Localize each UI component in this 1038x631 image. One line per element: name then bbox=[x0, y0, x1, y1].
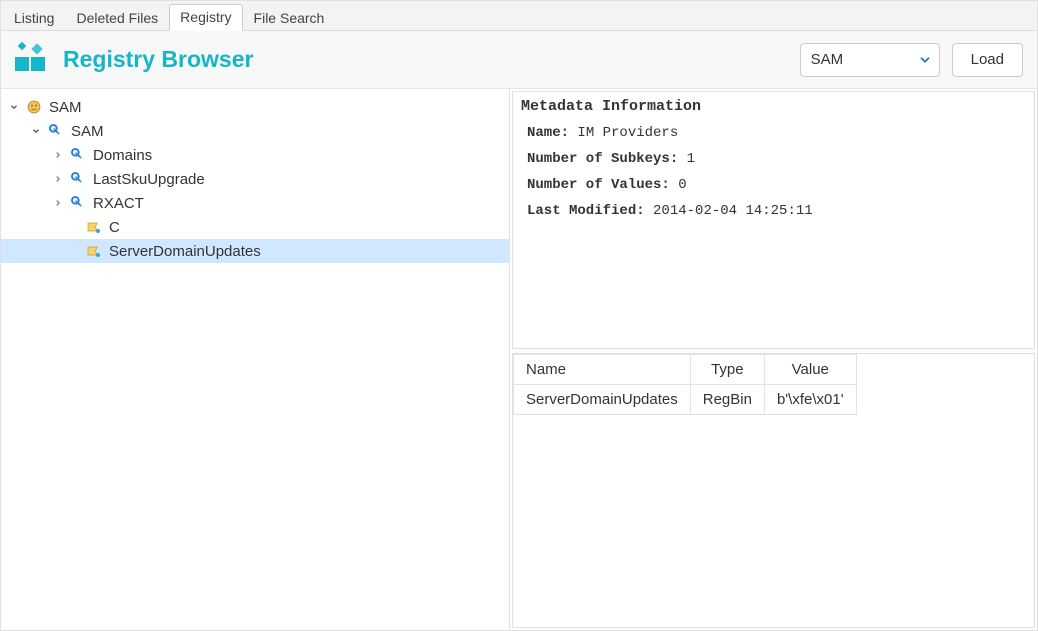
chevron-down-icon bbox=[911, 53, 939, 67]
expand-toggle-icon[interactable] bbox=[53, 174, 67, 184]
metadata-value: 2014-02-04 14:25:11 bbox=[653, 203, 813, 219]
tree-node-root-sam[interactable]: SAM bbox=[1, 95, 509, 119]
expand-toggle-icon[interactable] bbox=[53, 150, 67, 160]
tab-registry[interactable]: Registry bbox=[169, 4, 242, 31]
cell-name: ServerDomainUpdates bbox=[514, 385, 691, 415]
metadata-key: Number of Values: bbox=[527, 177, 670, 193]
values-table: Name Type Value ServerDomainUpdates RegB… bbox=[513, 354, 857, 415]
expand-toggle-icon[interactable] bbox=[9, 102, 23, 112]
value-icon bbox=[85, 242, 103, 260]
tab-listing[interactable]: Listing bbox=[3, 5, 65, 31]
tab-deleted-files[interactable]: Deleted Files bbox=[65, 5, 169, 31]
table-row[interactable]: ServerDomainUpdates RegBin b'\xfe\x01' bbox=[514, 385, 857, 415]
metadata-key: Number of Subkeys: bbox=[527, 151, 678, 167]
key-icon bbox=[47, 122, 65, 140]
metadata-value: IM Providers bbox=[577, 125, 678, 141]
col-header-type[interactable]: Type bbox=[690, 355, 764, 385]
app-logo-icon bbox=[15, 43, 49, 77]
metadata-panel: Metadata Information Name: IM Providers … bbox=[512, 91, 1035, 349]
tree-node-label: LastSkuUpgrade bbox=[93, 171, 205, 188]
tree-node-sam[interactable]: SAM bbox=[1, 119, 509, 143]
value-icon bbox=[85, 218, 103, 236]
tree-node-label: SAM bbox=[49, 99, 82, 116]
col-header-name[interactable]: Name bbox=[514, 355, 691, 385]
registry-tree-pane: SAM SAM bbox=[1, 89, 510, 630]
expand-toggle-icon[interactable] bbox=[53, 198, 67, 208]
metadata-row: Number of Subkeys: 1 bbox=[527, 151, 1026, 167]
metadata-key: Name: bbox=[527, 125, 569, 141]
values-panel: Name Type Value ServerDomainUpdates RegB… bbox=[512, 353, 1035, 628]
tree-node-label: Domains bbox=[93, 147, 152, 164]
header-bar: Registry Browser SAM Load bbox=[1, 31, 1037, 89]
key-icon bbox=[69, 146, 87, 164]
metadata-value: 0 bbox=[678, 177, 686, 193]
col-header-value[interactable]: Value bbox=[764, 355, 856, 385]
cell-type: RegBin bbox=[690, 385, 764, 415]
registry-tree: SAM SAM bbox=[1, 95, 509, 263]
cell-value: b'\xfe\x01' bbox=[764, 385, 856, 415]
tab-file-search[interactable]: File Search bbox=[243, 5, 336, 31]
tree-node-rxact[interactable]: RXACT bbox=[1, 191, 509, 215]
hive-select[interactable]: SAM bbox=[800, 43, 940, 77]
tree-node-label: ServerDomainUpdates bbox=[109, 243, 261, 260]
tree-node-label: C bbox=[109, 219, 120, 236]
expand-toggle-icon[interactable] bbox=[31, 126, 45, 136]
tree-node-lastskuupgrade[interactable]: LastSkuUpgrade bbox=[1, 167, 509, 191]
app-title: Registry Browser bbox=[63, 46, 800, 73]
tree-node-label: SAM bbox=[71, 123, 104, 140]
key-icon bbox=[69, 170, 87, 188]
tree-node-domains[interactable]: Domains bbox=[1, 143, 509, 167]
metadata-key: Last Modified: bbox=[527, 203, 645, 219]
load-button[interactable]: Load bbox=[952, 43, 1023, 77]
metadata-row: Last Modified: 2014-02-04 14:25:11 bbox=[527, 203, 1026, 219]
hive-icon bbox=[25, 98, 43, 116]
key-icon bbox=[69, 194, 87, 212]
tree-node-label: RXACT bbox=[93, 195, 144, 212]
metadata-row: Number of Values: 0 bbox=[527, 177, 1026, 193]
tree-node-value-serverdomainupdates[interactable]: • ServerDomainUpdates bbox=[1, 239, 509, 263]
metadata-value: 1 bbox=[687, 151, 695, 167]
hive-select-value: SAM bbox=[801, 51, 911, 68]
metadata-row: Name: IM Providers bbox=[527, 125, 1026, 141]
tabstrip: Listing Deleted Files Registry File Sear… bbox=[1, 1, 1037, 31]
metadata-heading: Metadata Information bbox=[521, 98, 1026, 115]
tree-node-value-c[interactable]: • C bbox=[1, 215, 509, 239]
